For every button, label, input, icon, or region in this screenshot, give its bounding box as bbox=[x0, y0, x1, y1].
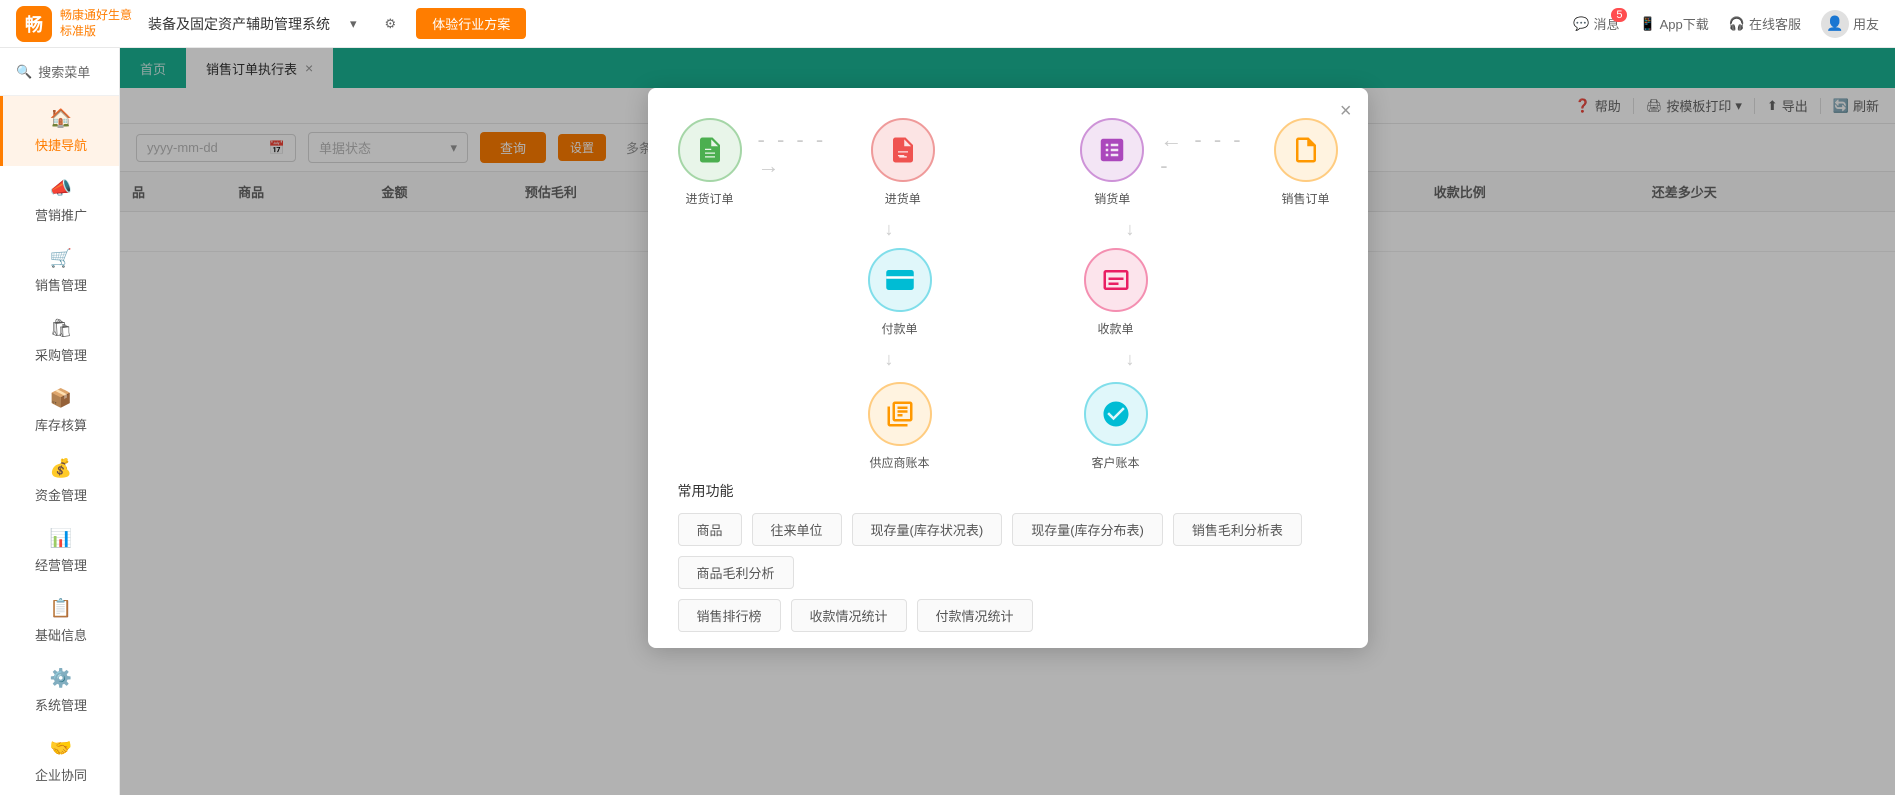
sidebar-item-label: 采购管理 bbox=[35, 345, 87, 364]
arrow-down2: ↓ bbox=[1126, 219, 1135, 240]
purchase-bill-circle bbox=[871, 118, 935, 182]
common-functions-buttons: 商品 往来单位 现存量(库存状况表) 现存量(库存分布表) 销售毛利分析表 商品… bbox=[678, 513, 1338, 589]
sales-order-circle bbox=[1274, 118, 1338, 182]
flow-node-sales-order: 销售订单 bbox=[1274, 118, 1338, 207]
basic-info-icon: 📋 bbox=[50, 598, 72, 619]
flow-node-payment: 付款单 bbox=[868, 248, 932, 337]
flow-node-sales-bill: 销货单 bbox=[1080, 118, 1144, 207]
app-logo: 畅 bbox=[16, 6, 52, 42]
cf-btn-receipt-stats[interactable]: 收款情况统计 bbox=[791, 599, 907, 632]
sales-order-label: 销售订单 bbox=[1281, 190, 1329, 207]
sidebar-item-basic-info[interactable]: 📋 基础信息 bbox=[0, 586, 119, 656]
sidebar-item-label: 资金管理 bbox=[35, 485, 87, 504]
sidebar-item-label: 经营管理 bbox=[35, 555, 87, 574]
flow-node-customer-account: 客户账本 bbox=[1084, 382, 1148, 471]
sidebar-search[interactable]: 🔍 搜索菜单 bbox=[0, 48, 119, 96]
message-icon: 💬 bbox=[1573, 16, 1589, 32]
cf-btn-product-gross[interactable]: 商品毛利分析 bbox=[678, 556, 794, 589]
payment-label: 付款单 bbox=[881, 320, 917, 337]
home-icon: 🏠 bbox=[50, 108, 72, 129]
flow-node-supplier-account: 供应商账本 bbox=[868, 382, 932, 471]
sidebar-item-marketing[interactable]: 📣 营销推广 bbox=[0, 166, 119, 236]
sales-bill-circle bbox=[1080, 118, 1144, 182]
sidebar-item-label: 营销推广 bbox=[35, 205, 87, 224]
cf-btn-counterparty[interactable]: 往来单位 bbox=[752, 513, 842, 546]
sidebar: 🔍 搜索菜单 🏠 快捷导航 📣 营销推广 🛒 销售管理 🛍 采购管理 bbox=[0, 48, 120, 795]
purchase-order-label: 进货订单 bbox=[685, 190, 733, 207]
arrow-h2: ← - - - - bbox=[1160, 127, 1257, 179]
user-menu[interactable]: 👤 用友 bbox=[1821, 10, 1879, 38]
purchase-bill-label: 进货单 bbox=[885, 190, 921, 207]
sidebar-item-purchase[interactable]: 🛍 采购管理 bbox=[0, 306, 119, 376]
system-dropdown-btn[interactable]: ▾ bbox=[342, 12, 365, 36]
sidebar-item-quick-nav[interactable]: 🏠 快捷导航 bbox=[0, 96, 119, 166]
receipt-circle bbox=[1084, 248, 1148, 312]
system-title: 装备及固定资产辅助管理系统 bbox=[148, 14, 330, 34]
supplier-account-label: 供应商账本 bbox=[869, 454, 929, 471]
sales-bill-label: 销货单 bbox=[1094, 190, 1130, 207]
common-functions-title: 常用功能 bbox=[678, 481, 1338, 501]
system-icon: ⚙️ bbox=[50, 668, 72, 689]
modal-close-btn[interactable]: × bbox=[1340, 100, 1352, 123]
arrow-down1: ↓ bbox=[885, 219, 894, 240]
content-area: 首页 销售订单执行表 × ❓ 帮助 🖨 按模板打印 ▾ bbox=[120, 48, 1895, 795]
cf-btn-stock-dist[interactable]: 现存量(库存分布表) bbox=[1012, 513, 1163, 546]
cf-btn-sales-gross[interactable]: 销售毛利分析表 bbox=[1173, 513, 1302, 546]
cf-btn-payment-stats[interactable]: 付款情况统计 bbox=[917, 599, 1033, 632]
service-icon: 🎧 bbox=[1729, 16, 1745, 32]
arrow-down3: ↓ bbox=[885, 349, 894, 370]
marketing-icon: 📣 bbox=[50, 178, 72, 199]
arrow-h1: - - - - → bbox=[758, 127, 855, 179]
sidebar-item-label: 销售管理 bbox=[35, 275, 87, 294]
sidebar-item-cooperation[interactable]: 🤝 企业协同 bbox=[0, 726, 119, 795]
payment-circle bbox=[868, 248, 932, 312]
message-btn[interactable]: 💬 消息 5 bbox=[1573, 14, 1619, 33]
online-service-btn[interactable]: 🎧 在线客服 bbox=[1729, 14, 1801, 33]
sidebar-item-label: 企业协同 bbox=[35, 765, 87, 784]
settings-btn[interactable]: ⚙ bbox=[377, 12, 405, 36]
try-industry-btn[interactable]: 体验行业方案 bbox=[416, 8, 526, 39]
sidebar-item-label: 快捷导航 bbox=[35, 135, 87, 154]
receipt-label: 收款单 bbox=[1097, 320, 1133, 337]
customer-account-circle bbox=[1084, 382, 1148, 446]
modal-overlay[interactable]: × 进货订单 bbox=[120, 48, 1895, 795]
purchase-icon: 🛍 bbox=[50, 318, 73, 339]
search-menu-btn[interactable]: 🔍 搜索菜单 bbox=[8, 56, 111, 87]
search-icon: 🔍 bbox=[16, 64, 32, 80]
sidebar-item-operations[interactable]: 📊 经营管理 bbox=[0, 516, 119, 586]
inventory-icon: 📦 bbox=[50, 388, 72, 409]
sidebar-item-label: 基础信息 bbox=[35, 625, 87, 644]
app-download-btn[interactable]: 📱 App下载 bbox=[1639, 14, 1708, 33]
supplier-account-circle bbox=[868, 382, 932, 446]
sales-icon: 🛒 bbox=[50, 248, 72, 269]
flow-node-purchase-order: 进货订单 bbox=[678, 118, 742, 207]
customer-account-label: 客户账本 bbox=[1091, 454, 1139, 471]
logo-text: 畅康通好生意 标准版 bbox=[60, 8, 132, 39]
sidebar-item-label: 系统管理 bbox=[35, 695, 87, 714]
cf-btn-sales-rank[interactable]: 销售排行榜 bbox=[678, 599, 781, 632]
cf-btn-product[interactable]: 商品 bbox=[678, 513, 742, 546]
sidebar-item-sales[interactable]: 🛒 销售管理 bbox=[0, 236, 119, 306]
flow-modal: × 进货订单 bbox=[648, 88, 1368, 648]
common-functions-buttons-2: 销售排行榜 收款情况统计 付款情况统计 bbox=[678, 599, 1338, 632]
flow-node-purchase-bill: 进货单 bbox=[871, 118, 935, 207]
purchase-order-circle bbox=[678, 118, 742, 182]
sidebar-item-label: 库存核算 bbox=[35, 415, 87, 434]
avatar: 👤 bbox=[1821, 10, 1849, 38]
sidebar-item-system[interactable]: ⚙️ 系统管理 bbox=[0, 656, 119, 726]
operations-icon: 📊 bbox=[50, 528, 72, 549]
sidebar-item-inventory[interactable]: 📦 库存核算 bbox=[0, 376, 119, 446]
common-functions: 常用功能 商品 往来单位 现存量(库存状况表) 现存量(库存分布表) 销售毛利分… bbox=[678, 481, 1338, 632]
finance-icon: 💰 bbox=[50, 458, 72, 479]
sidebar-item-finance[interactable]: 💰 资金管理 bbox=[0, 446, 119, 516]
arrow-down4: ↓ bbox=[1126, 349, 1135, 370]
cf-btn-stock-status[interactable]: 现存量(库存状况表) bbox=[852, 513, 1003, 546]
cooperation-icon: 🤝 bbox=[50, 738, 72, 759]
message-badge: 5 bbox=[1611, 8, 1627, 22]
flow-node-receipt: 收款单 bbox=[1084, 248, 1148, 337]
download-icon: 📱 bbox=[1639, 16, 1655, 32]
